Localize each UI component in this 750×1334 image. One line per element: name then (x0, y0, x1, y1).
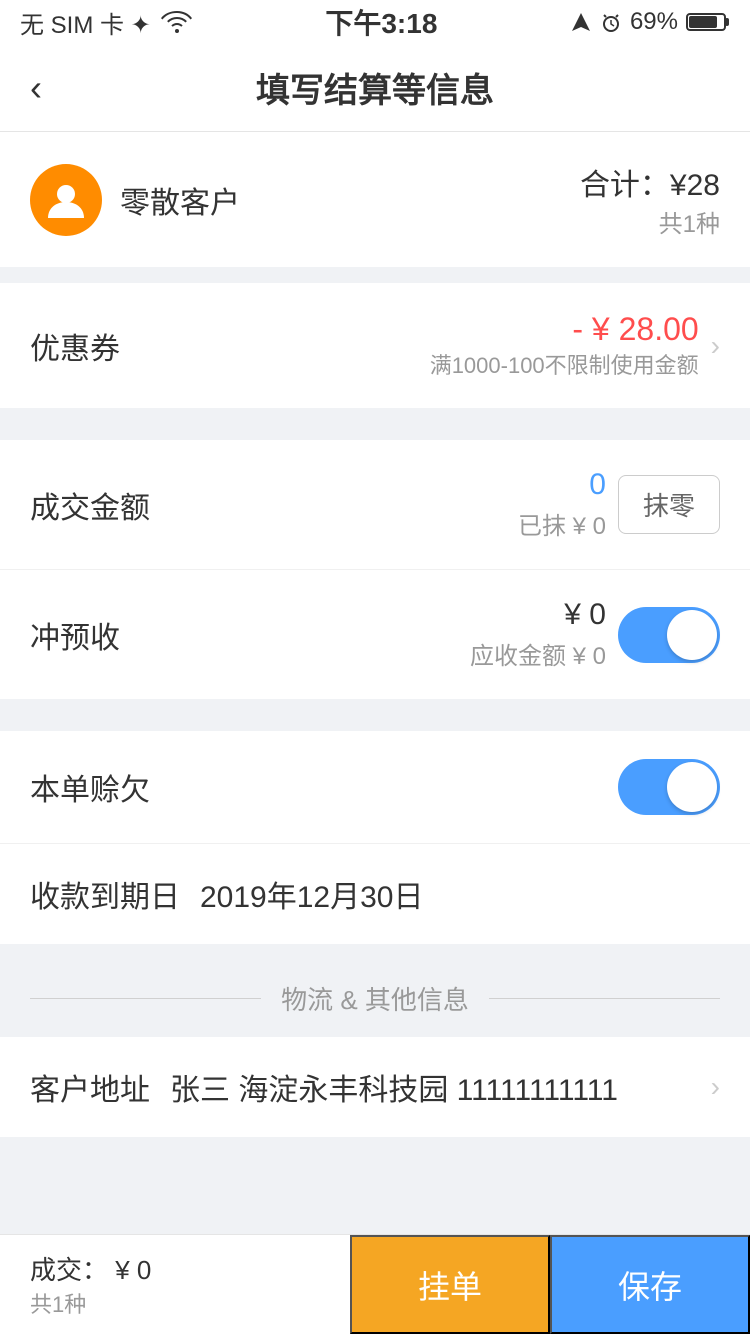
credit-right (618, 759, 720, 815)
bottom-count: 共1种 (30, 1287, 320, 1319)
prepayment-row: 冲预收 ¥ 0 应收金额 ¥ 0 (0, 570, 750, 699)
nav-bar: ‹ 填写结算等信息 (0, 44, 750, 132)
transaction-sub: 已抹 ¥ 0 (518, 506, 606, 541)
customer-total: 合计：¥28 (580, 160, 720, 204)
due-date-row: 收款到期日 2019年12月30日 (0, 844, 750, 944)
address-label: 客户地址 (30, 1065, 150, 1109)
coupon-label: 优惠券 (30, 324, 120, 368)
alarm-icon (600, 11, 622, 33)
coupon-amount-col: - ¥ 28.00 满1000-100不限制使用金额 (430, 311, 699, 380)
hang-button[interactable]: 挂单 (350, 1235, 550, 1334)
save-button[interactable]: 保存 (550, 1235, 750, 1334)
prepayment-amount: ¥ 0 (470, 598, 606, 632)
bottom-info: 成交： ¥ 0 共1种 (0, 1235, 350, 1334)
customer-section: 零散客户 合计：¥28 共1种 (0, 132, 750, 267)
divider-1 (0, 424, 750, 440)
prepayment-label: 冲预收 (30, 613, 120, 657)
due-date-label: 收款到期日 (30, 872, 180, 916)
logistics-header: 物流 & 其他信息 (0, 960, 750, 1037)
transaction-amount-col: 0 已抹 ¥ 0 (518, 468, 606, 541)
transaction-value: 0 (518, 468, 606, 502)
customer-total-area: 合计：¥28 共1种 (580, 160, 720, 239)
transaction-right: 0 已抹 ¥ 0 抹零 (518, 468, 720, 541)
address-value: 张三 海淀永丰科技园 11111111111 (170, 1065, 691, 1109)
header-line-left (30, 998, 261, 999)
divider-2 (0, 715, 750, 731)
transaction-section: 成交金额 0 已抹 ¥ 0 抹零 冲预收 ¥ 0 应收金额 ¥ 0 (0, 440, 750, 699)
coupon-sub: 满1000-100不限制使用金额 (430, 348, 699, 380)
bottom-bar: 成交： ¥ 0 共1种 挂单 保存 (0, 1234, 750, 1334)
coupon-amount: - ¥ 28.00 (430, 311, 699, 348)
transaction-row: 成交金额 0 已抹 ¥ 0 抹零 (0, 440, 750, 570)
address-row[interactable]: 客户地址 张三 海淀永丰科技园 11111111111 › (0, 1037, 750, 1137)
transaction-label: 成交金额 (30, 483, 150, 527)
coupon-row[interactable]: 优惠券 - ¥ 28.00 满1000-100不限制使用金额 › (0, 283, 750, 408)
customer-count: 共1种 (580, 204, 720, 239)
address-section: 客户地址 张三 海淀永丰科技园 11111111111 › (0, 1037, 750, 1137)
avatar (30, 164, 102, 236)
header-line-right (489, 998, 720, 999)
customer-left: 零散客户 (30, 164, 240, 236)
address-chevron-icon: › (711, 1071, 720, 1103)
customer-name: 零散客户 (120, 178, 240, 222)
credit-toggle[interactable] (618, 759, 720, 815)
coupon-right: - ¥ 28.00 满1000-100不限制使用金额 › (430, 311, 720, 380)
location-icon (570, 11, 592, 33)
credit-label: 本单赊欠 (30, 765, 150, 809)
no-sim-text: 无 SIM 卡 ✦ (20, 5, 151, 40)
status-left: 无 SIM 卡 ✦ (20, 5, 193, 40)
logistics-header-text: 物流 & 其他信息 (261, 980, 489, 1017)
battery-icon (686, 11, 730, 33)
status-right: 69% (570, 8, 730, 36)
due-date-value: 2019年12月30日 (200, 872, 423, 916)
toggle-knob (667, 610, 717, 660)
coupon-section: 优惠券 - ¥ 28.00 满1000-100不限制使用金额 › (0, 283, 750, 408)
status-bar: 无 SIM 卡 ✦ 下午3:18 69% (0, 0, 750, 44)
prepayment-right: ¥ 0 应收金额 ¥ 0 (470, 598, 720, 671)
person-icon (44, 178, 88, 222)
wifi-icon (161, 11, 193, 33)
back-button[interactable]: ‹ (30, 67, 42, 109)
customer-row: 零散客户 合计：¥28 共1种 (0, 132, 750, 267)
prepayment-sub: 应收金额 ¥ 0 (470, 636, 606, 671)
bottom-transaction-value: ¥ 0 (115, 1255, 151, 1285)
page-title: 填写结算等信息 (256, 63, 494, 112)
status-time: 下午3:18 (325, 2, 437, 42)
round-zero-button[interactable]: 抹零 (618, 475, 720, 534)
prepayment-toggle[interactable] (618, 607, 720, 663)
credit-section: 本单赊欠 收款到期日 2019年12月30日 (0, 731, 750, 944)
bottom-transaction-label: 成交： (30, 1255, 108, 1285)
prepayment-amount-col: ¥ 0 应收金额 ¥ 0 (470, 598, 606, 671)
battery-text: 69% (630, 8, 678, 36)
credit-row: 本单赊欠 (0, 731, 750, 844)
credit-toggle-knob (667, 762, 717, 812)
chevron-right-icon: › (711, 330, 720, 362)
bottom-transaction: 成交： ¥ 0 (30, 1250, 320, 1287)
